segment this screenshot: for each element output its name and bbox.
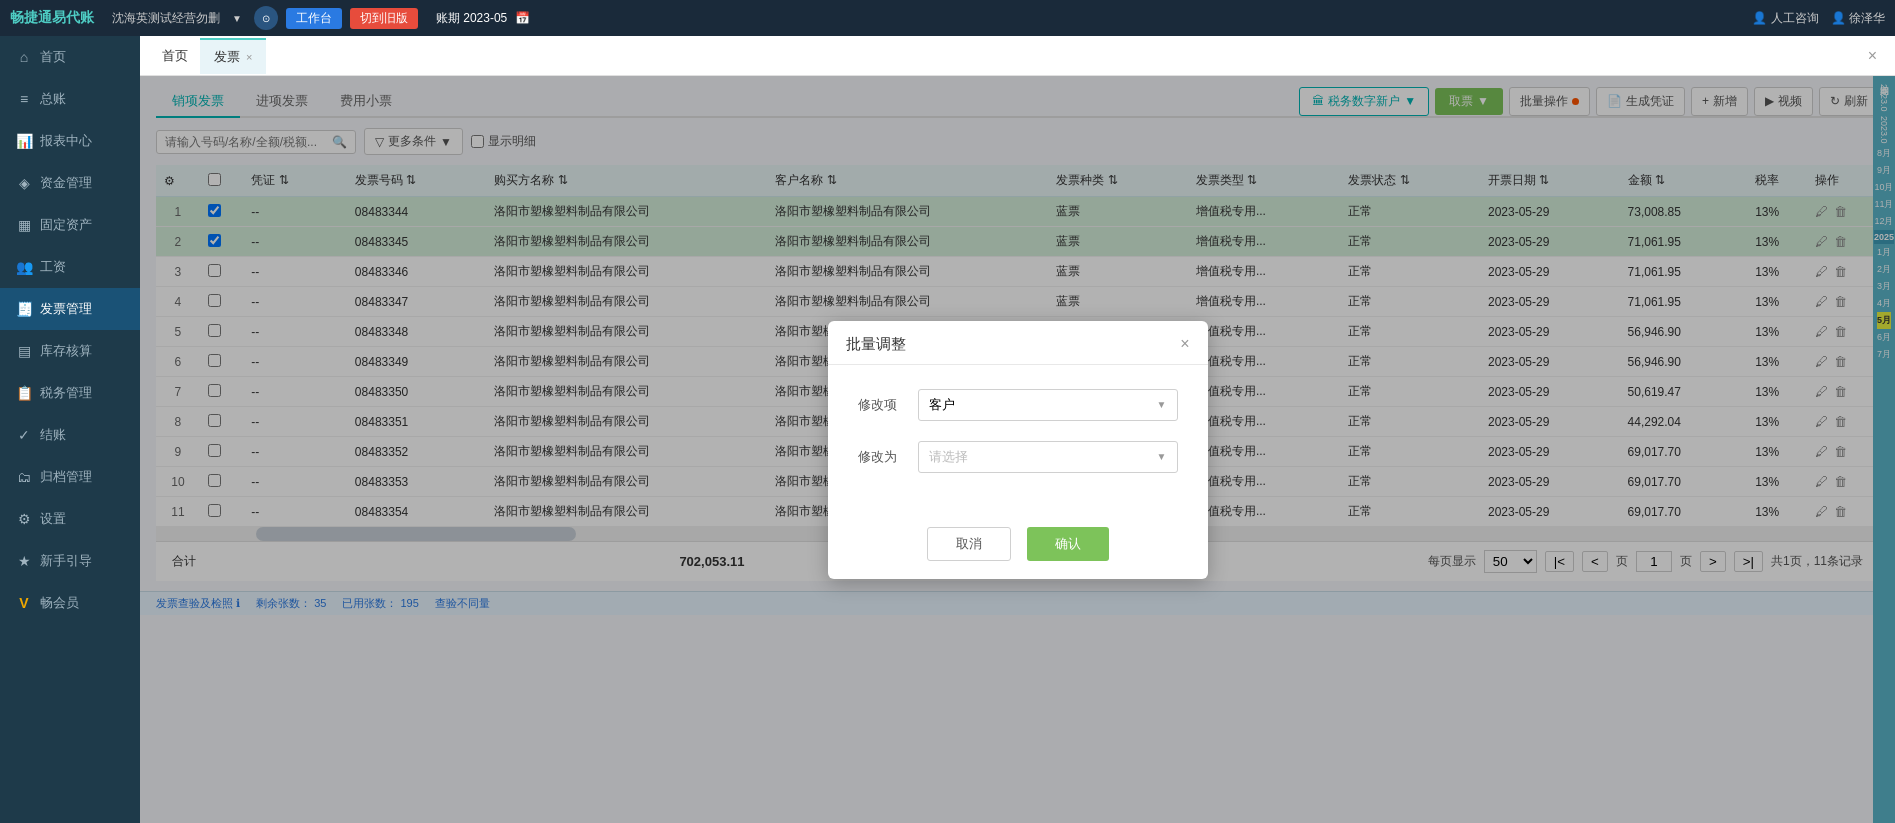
cancel-button[interactable]: 取消 [927, 527, 1011, 561]
guide-icon: ★ [16, 553, 32, 569]
headset-icon: 👤 [1752, 11, 1767, 25]
sidebar-item-tax[interactable]: 📋 税务管理 [0, 372, 140, 414]
sidebar-item-payroll[interactable]: 👥 工资 [0, 246, 140, 288]
sidebar-item-label: 发票管理 [40, 300, 92, 318]
sidebar-item-label: 库存核算 [40, 342, 92, 360]
calendar-icon[interactable]: 📅 [515, 11, 530, 25]
batch-adjust-modal: 批量调整 × 修改项 客户 ▼ [828, 321, 1208, 579]
old-version-button[interactable]: 切到旧版 [350, 8, 418, 29]
sidebar-item-label: 工资 [40, 258, 66, 276]
sidebar-item-label: 归档管理 [40, 468, 92, 486]
page-content: 销项发票 进项发票 费用小票 🏛 税务数字新户 ▼ 取票 ▼ [140, 76, 1895, 823]
company-dropdown-icon[interactable]: ▼ [232, 13, 242, 24]
modal-overlay: 批量调整 × 修改项 客户 ▼ [140, 76, 1895, 823]
member-icon: V [16, 595, 32, 611]
modal-close-button[interactable]: × [1180, 335, 1189, 353]
sidebar-item-label: 畅会员 [40, 594, 79, 612]
sidebar-item-home[interactable]: ⌂ 首页 [0, 36, 140, 78]
sidebar-item-label: 报表中心 [40, 132, 92, 150]
modal-footer: 取消 确认 [828, 517, 1208, 579]
field-label: 修改项 [858, 396, 918, 414]
settlement-icon: ✓ [16, 427, 32, 443]
sidebar-item-ledger[interactable]: ≡ 总账 [0, 78, 140, 120]
sidebar-item-funds[interactable]: ◈ 资金管理 [0, 162, 140, 204]
change-to-label: 修改为 [858, 448, 918, 466]
sidebar-item-guide[interactable]: ★ 新手引导 [0, 540, 140, 582]
form-row-change: 修改为 请选择 ▼ [858, 441, 1178, 473]
invoice-icon: 🧾 [16, 301, 32, 317]
company-icon[interactable]: ⊙ [254, 6, 278, 30]
sidebar-item-member[interactable]: V 畅会员 [0, 582, 140, 624]
sidebar-item-invoice[interactable]: 🧾 发票管理 [0, 288, 140, 330]
tax-icon: 📋 [16, 385, 32, 401]
sidebar-item-reports[interactable]: 📊 报表中心 [0, 120, 140, 162]
modal-title: 批量调整 [846, 335, 906, 354]
tab-close-icon[interactable]: × [246, 51, 252, 63]
sidebar-item-assets[interactable]: ▦ 固定资产 [0, 204, 140, 246]
period-text: 账期 2023-05 [436, 10, 507, 27]
payroll-icon: 👥 [16, 259, 32, 275]
form-row-field: 修改项 客户 ▼ [858, 389, 1178, 421]
sidebar-item-label: 新手引导 [40, 552, 92, 570]
change-to-select[interactable]: 请选择 ▼ [918, 441, 1178, 473]
sidebar-item-settlement[interactable]: ✓ 结账 [0, 414, 140, 456]
modal-body: 修改项 客户 ▼ 修改为 请选择 ▼ [828, 365, 1208, 517]
field-value: 客户 [929, 396, 955, 414]
sidebar: ⌂ 首页 ≡ 总账 📊 报表中心 ◈ 资金管理 ▦ 固定资产 👥 工资 [0, 36, 140, 823]
app-logo: 畅捷通易代账 [10, 9, 94, 27]
confirm-button[interactable]: 确认 [1027, 527, 1109, 561]
human-service[interactable]: 👤 人工咨询 [1752, 10, 1818, 27]
ledger-icon: ≡ [16, 91, 32, 107]
sidebar-item-settings[interactable]: ⚙ 设置 [0, 498, 140, 540]
change-to-placeholder: 请选择 [929, 448, 968, 466]
home-icon: ⌂ [16, 49, 32, 65]
sidebar-item-label: 结账 [40, 426, 66, 444]
sidebar-item-label: 首页 [40, 48, 66, 66]
sidebar-item-label: 资金管理 [40, 174, 92, 192]
sidebar-item-label: 固定资产 [40, 216, 92, 234]
content-area: 首页 发票 × × 销项发票 进项发票 费用小票 [140, 36, 1895, 823]
company-name: 沈海英测试经营勿删 [112, 10, 220, 27]
change-to-dropdown-icon: ▼ [1157, 451, 1167, 462]
workspace-button[interactable]: 工作台 [286, 8, 342, 29]
sidebar-item-inventory[interactable]: ▤ 库存核算 [0, 330, 140, 372]
tab-home[interactable]: 首页 [150, 39, 200, 73]
tab-invoice[interactable]: 发票 × [200, 38, 266, 74]
sidebar-item-label: 设置 [40, 510, 66, 528]
field-dropdown-icon: ▼ [1157, 399, 1167, 410]
top-bar-right: 👤 人工咨询 👤 徐泽华 [1752, 10, 1885, 27]
sidebar-item-label: 总账 [40, 90, 66, 108]
field-select[interactable]: 客户 ▼ [918, 389, 1178, 421]
reports-icon: 📊 [16, 133, 32, 149]
archive-icon: 🗂 [16, 469, 32, 485]
top-bar: 畅捷通易代账 沈海英测试经营勿删 ▼ ⊙ 工作台 切到旧版 账期 2023-05… [0, 0, 1895, 36]
sidebar-item-label: 税务管理 [40, 384, 92, 402]
tab-bar: 首页 发票 × × [140, 36, 1895, 76]
assets-icon: ▦ [16, 217, 32, 233]
funds-icon: ◈ [16, 175, 32, 191]
inventory-icon: ▤ [16, 343, 32, 359]
sidebar-item-archive[interactable]: 🗂 归档管理 [0, 456, 140, 498]
user-icon: 👤 [1831, 11, 1846, 25]
settings-icon: ⚙ [16, 511, 32, 527]
tab-close-all[interactable]: × [1860, 43, 1885, 69]
modal-header: 批量调整 × [828, 321, 1208, 365]
user-avatar[interactable]: 👤 徐泽华 [1831, 10, 1885, 27]
